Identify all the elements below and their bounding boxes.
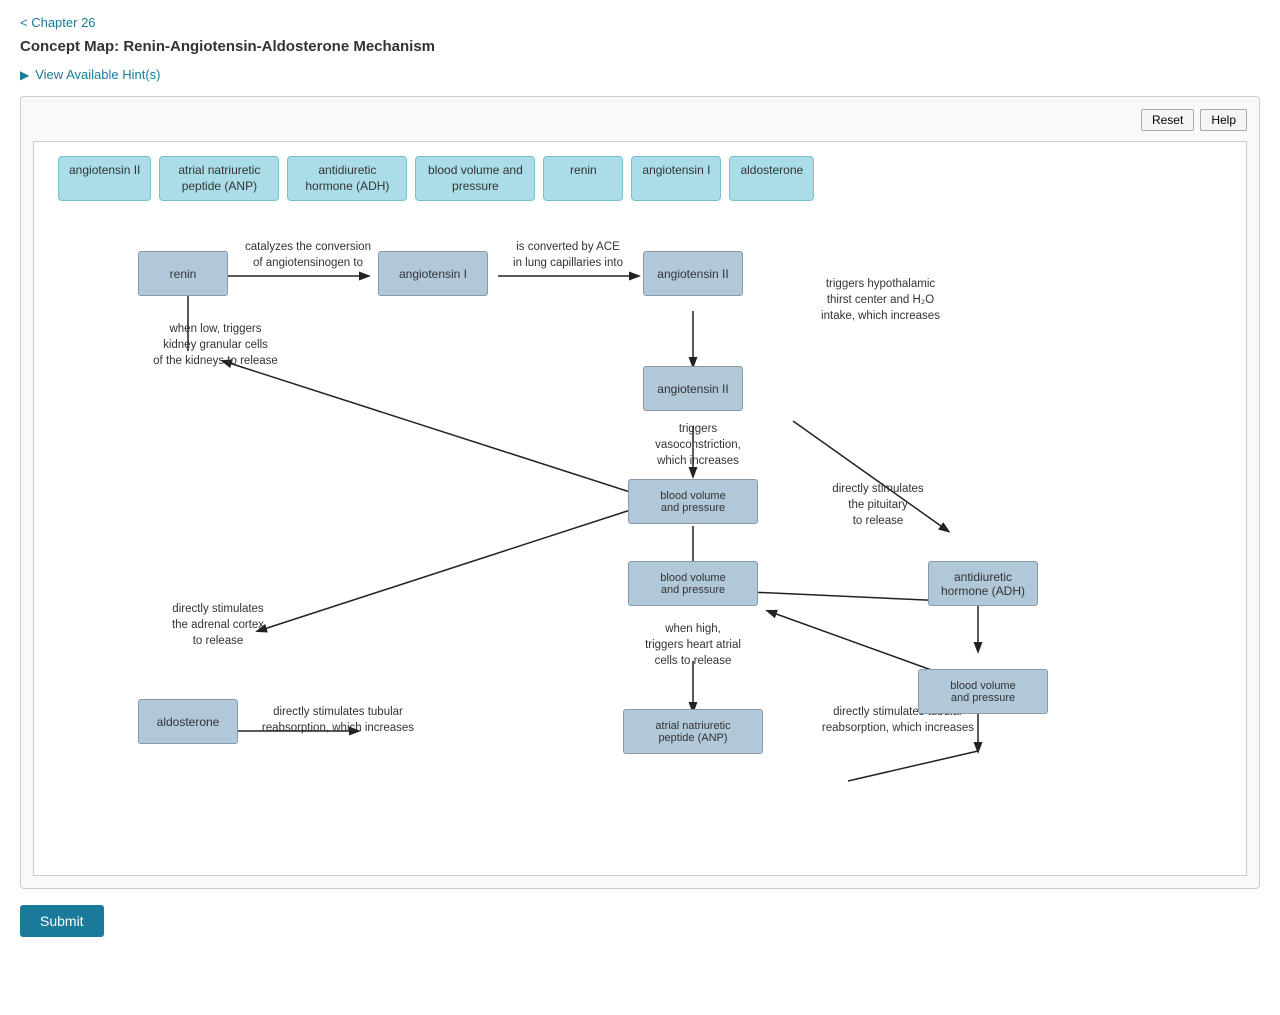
drop-box-blood-volume[interactable]: blood volumeand pressure [628,479,758,524]
concept-container: angiotensin IIatrial natriuretic peptide… [33,141,1247,876]
drop-box-renin[interactable]: renin [138,251,228,296]
term-tile-t2[interactable]: atrial natriuretic peptide (ANP) [159,156,279,201]
drop-box-blood-volume-2[interactable]: blood volumeand pressure [628,561,758,606]
label-adrenal: directly stimulatesthe adrenal cortexto … [143,601,293,649]
hint-arrow-icon: ▶ [20,68,29,82]
drop-box-aldosterone[interactable]: aldosterone [138,699,238,744]
reset-button[interactable]: Reset [1141,109,1194,131]
diagram: renin catalyzes the conversionof angiote… [48,221,1232,861]
term-tile-t1[interactable]: angiotensin II [58,156,151,201]
label-hypothalamic: triggers hypothalamicthirst center and H… [798,276,963,324]
hint-link[interactable]: View Available Hint(s) [35,67,160,82]
term-tile-t4[interactable]: blood volume and pressure [415,156,535,201]
drop-box-blood-volume-3[interactable]: blood volumeand pressure [918,669,1048,714]
drop-box-angiotensin-ii-mid[interactable]: angiotensin II [643,366,743,411]
drop-box-anp[interactable]: atrial natriureticpeptide (ANP) [623,709,763,754]
drop-box-adh[interactable]: antidiuretichormone (ADH) [928,561,1038,606]
label-tubular-left: directly stimulates tubularreabsorption,… [253,704,423,736]
outer-container: Reset Help angiotensin IIatrial natriure… [20,96,1260,889]
label-catalyzes: catalyzes the conversionof angiotensinog… [238,239,378,271]
label-pituitary: directly stimulatesthe pituitaryto relea… [808,481,948,529]
drop-box-angiotensin-i[interactable]: angiotensin I [378,251,488,296]
label-when-high: when high,triggers heart atrialcells to … [623,621,763,669]
term-tile-t5[interactable]: renin [543,156,623,201]
term-tile-t3[interactable]: antidiuretic hormone (ADH) [287,156,407,201]
terms-row: angiotensin IIatrial natriuretic peptide… [48,156,1232,201]
term-tile-t7[interactable]: aldosterone [729,156,814,201]
hint-row: ▶ View Available Hint(s) [20,67,1260,82]
arrows-svg [48,221,1232,861]
top-bar: Reset Help [33,109,1247,131]
term-tile-t6[interactable]: angiotensin I [631,156,721,201]
label-when-low: when low, triggerskidney granular cellso… [143,321,288,369]
page-title: Concept Map: Renin-Angiotensin-Aldostero… [20,38,1260,55]
drop-box-angiotensin-ii-top[interactable]: angiotensin II [643,251,743,296]
help-button[interactable]: Help [1200,109,1247,131]
chapter-link[interactable]: < Chapter 26 [20,15,1260,30]
label-vasoconstriction: triggersvasoconstriction,which increases [643,421,753,469]
label-converted-ace: is converted by ACEin lung capillaries i… [498,239,638,271]
submit-button[interactable]: Submit [20,905,104,937]
